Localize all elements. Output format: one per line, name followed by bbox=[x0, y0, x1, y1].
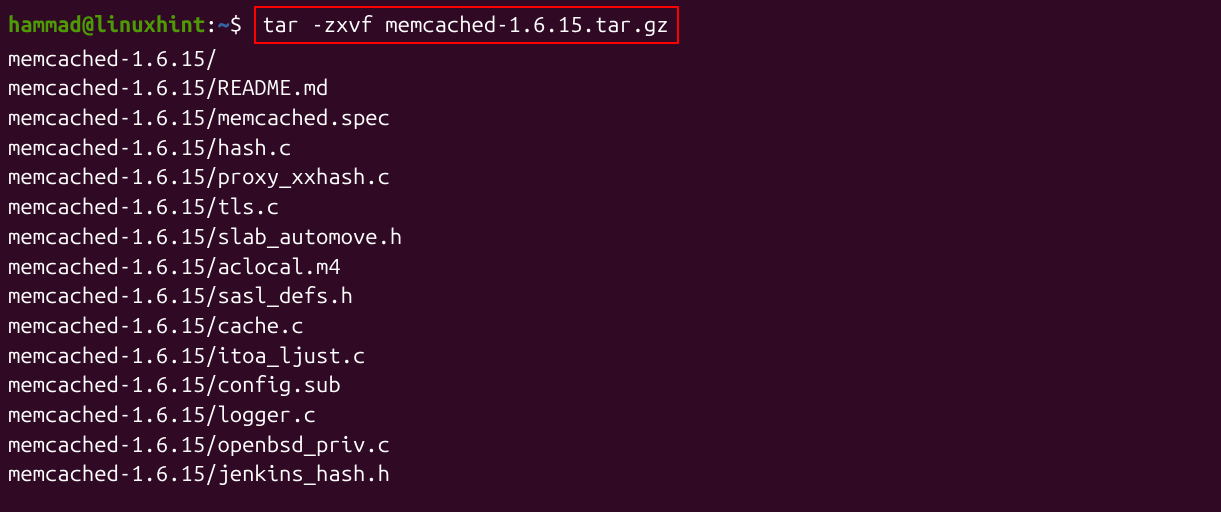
terminal-prompt-line: hammad@linuxhint:~$ tar -zxvf memcached-… bbox=[8, 6, 1213, 44]
output-line: memcached-1.6.15/ bbox=[8, 44, 1213, 74]
prompt-colon: : bbox=[205, 10, 217, 40]
output-line: memcached-1.6.15/memcached.spec bbox=[8, 103, 1213, 133]
output-line: memcached-1.6.15/sasl_defs.h bbox=[8, 281, 1213, 311]
output-line: memcached-1.6.15/jenkins_hash.h bbox=[8, 459, 1213, 489]
output-line: memcached-1.6.15/openbsd_priv.c bbox=[8, 430, 1213, 460]
command-text[interactable]: tar -zxvf memcached-1.6.15.tar.gz bbox=[262, 12, 669, 37]
highlighted-command-box: tar -zxvf memcached-1.6.15.tar.gz bbox=[254, 6, 679, 44]
output-line: memcached-1.6.15/README.md bbox=[8, 73, 1213, 103]
output-line: memcached-1.6.15/config.sub bbox=[8, 370, 1213, 400]
output-line: memcached-1.6.15/proxy_xxhash.c bbox=[8, 162, 1213, 192]
output-line: memcached-1.6.15/aclocal.m4 bbox=[8, 252, 1213, 282]
prompt-path: ~ bbox=[217, 10, 229, 40]
output-line: memcached-1.6.15/itoa_ljust.c bbox=[8, 341, 1213, 371]
prompt-user-host: hammad@linuxhint bbox=[8, 10, 205, 40]
output-line: memcached-1.6.15/tls.c bbox=[8, 192, 1213, 222]
output-line: memcached-1.6.15/hash.c bbox=[8, 133, 1213, 163]
output-line: memcached-1.6.15/logger.c bbox=[8, 400, 1213, 430]
prompt-dollar: $ bbox=[230, 10, 242, 40]
output-line: memcached-1.6.15/slab_automove.h bbox=[8, 222, 1213, 252]
output-line: memcached-1.6.15/cache.c bbox=[8, 311, 1213, 341]
